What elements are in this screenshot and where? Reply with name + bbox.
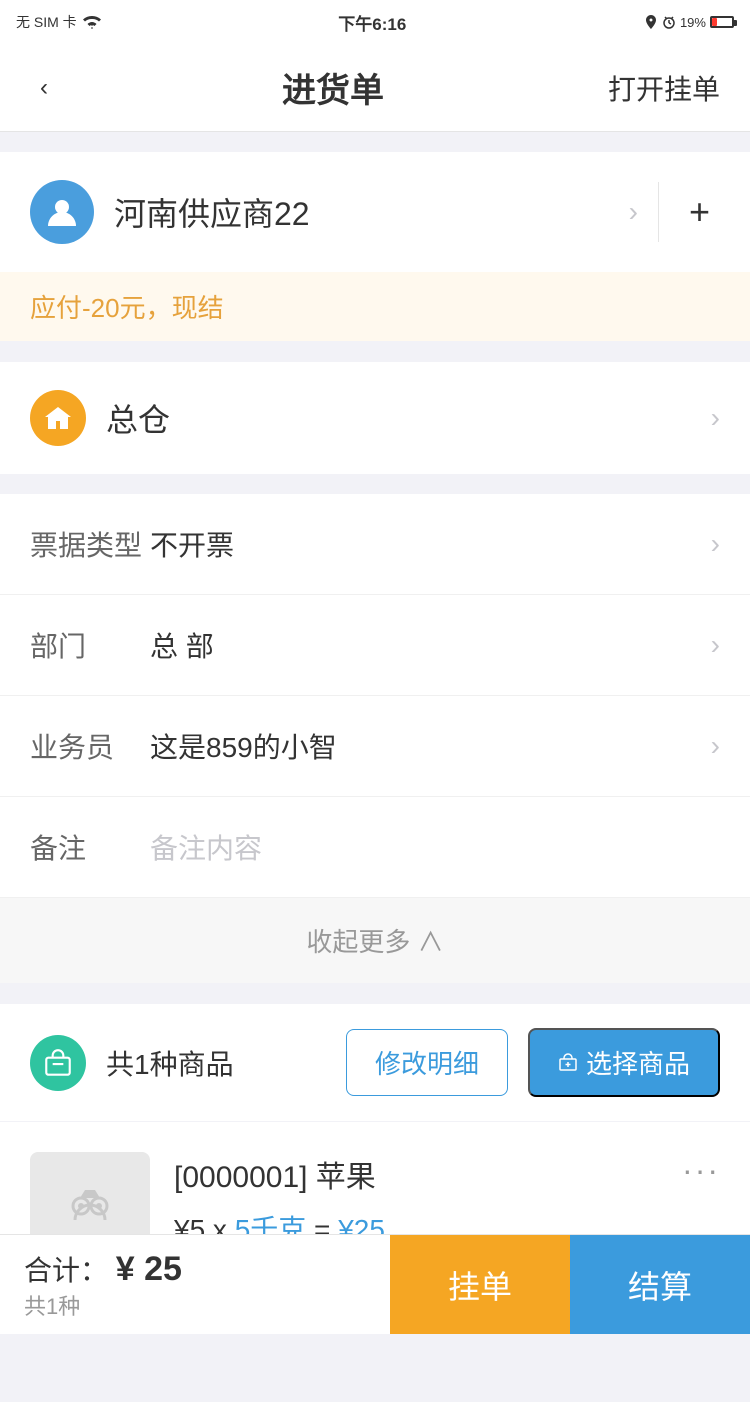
department-row[interactable]: 部门 总 部 › bbox=[0, 595, 750, 696]
ticket-type-row[interactable]: 票据类型 不开票 › bbox=[0, 494, 750, 595]
salesperson-row[interactable]: 业务员 这是859的小智 › bbox=[0, 696, 750, 797]
remark-label: 备注 bbox=[30, 827, 150, 867]
wifi-icon bbox=[83, 15, 101, 29]
checkout-button[interactable]: 结算 bbox=[570, 1235, 750, 1334]
product-code: [0000001] bbox=[174, 1161, 316, 1194]
total-amount: ¥ 25 bbox=[116, 1250, 182, 1288]
chevron-right-icon: › bbox=[629, 196, 638, 228]
supplier-avatar bbox=[30, 180, 94, 244]
shopping-icon bbox=[42, 1047, 74, 1079]
warehouse-icon bbox=[30, 390, 86, 446]
collapse-label: 收起更多 ∧ bbox=[306, 927, 443, 957]
product-header: 共1种商品 修改明细 选择商品 bbox=[0, 1004, 750, 1121]
section-gap-2 bbox=[0, 341, 750, 361]
status-right: 19% bbox=[644, 15, 734, 30]
remark-value[interactable]: 备注内容 bbox=[150, 827, 720, 867]
select-product-button[interactable]: 选择商品 bbox=[528, 1028, 720, 1097]
location-icon bbox=[644, 15, 658, 29]
vertical-divider bbox=[658, 182, 659, 242]
ticket-type-label: 票据类型 bbox=[30, 524, 150, 564]
total-line: 合计： ¥ 25 bbox=[24, 1249, 366, 1289]
remark-row[interactable]: 备注 备注内容 bbox=[0, 797, 750, 898]
status-time: 下午6:16 bbox=[338, 10, 406, 35]
notice-text: 应付-20元，现结 bbox=[30, 293, 224, 323]
nav-bar: ‹ 进货单 打开挂单 bbox=[0, 44, 750, 132]
edit-detail-button[interactable]: 修改明细 bbox=[346, 1029, 508, 1096]
battery-icon bbox=[710, 16, 734, 28]
status-carrier: 无 SIM 卡 bbox=[16, 12, 101, 32]
warehouse-name: 总仓 bbox=[106, 395, 711, 441]
add-button[interactable]: + bbox=[679, 181, 720, 243]
product-name: [0000001] 苹果 bbox=[174, 1152, 658, 1196]
product-icon bbox=[30, 1035, 86, 1091]
open-hang-button[interactable]: 打开挂单 bbox=[608, 68, 720, 108]
salesperson-value: 这是859的小智 bbox=[150, 726, 711, 766]
alarm-icon bbox=[662, 15, 676, 29]
cart-icon bbox=[558, 1053, 578, 1073]
supplier-name[interactable]: 河南供应商22 bbox=[114, 189, 629, 235]
form-section: 票据类型 不开票 › 部门 总 部 › 业务员 这是859的小智 › 备注 备注… bbox=[0, 494, 750, 898]
hang-button[interactable]: 挂单 bbox=[390, 1235, 570, 1334]
select-product-label: 选择商品 bbox=[586, 1044, 690, 1081]
department-chevron-icon: › bbox=[711, 629, 720, 661]
section-gap-3 bbox=[0, 474, 750, 494]
owl-logo bbox=[60, 1182, 120, 1242]
carrier-text: 无 SIM 卡 bbox=[16, 12, 77, 32]
supplier-section: 河南供应商22 › + bbox=[0, 152, 750, 272]
total-count: 共1种 bbox=[24, 1289, 366, 1321]
warehouse-row[interactable]: 总仓 › bbox=[0, 361, 750, 474]
total-section: 合计： ¥ 25 共1种 bbox=[0, 1235, 390, 1334]
bottom-bar: 合计： ¥ 25 共1种 挂单 结算 bbox=[0, 1234, 750, 1334]
collapse-bar[interactable]: 收起更多 ∧ bbox=[0, 898, 750, 983]
salesperson-chevron-icon: › bbox=[711, 730, 720, 762]
section-gap-4 bbox=[0, 983, 750, 1003]
more-options-button[interactable]: ··· bbox=[682, 1152, 720, 1189]
total-label: 合计： bbox=[24, 1255, 108, 1286]
notice-bar: 应付-20元，现结 bbox=[0, 272, 750, 341]
home-icon bbox=[43, 403, 73, 433]
ticket-type-value: 不开票 bbox=[150, 524, 711, 564]
department-value: 总 部 bbox=[150, 625, 711, 665]
product-count: 共1种商品 bbox=[106, 1043, 326, 1083]
back-button[interactable]: ‹ bbox=[30, 64, 58, 112]
battery-percent: 19% bbox=[680, 15, 706, 30]
warehouse-chevron-icon: › bbox=[711, 402, 720, 434]
department-label: 部门 bbox=[30, 625, 150, 665]
ticket-chevron-icon: › bbox=[711, 528, 720, 560]
page-title: 进货单 bbox=[282, 63, 384, 112]
salesperson-label: 业务员 bbox=[30, 726, 150, 766]
status-bar: 无 SIM 卡 下午6:16 19% bbox=[0, 0, 750, 44]
product-title: 苹果 bbox=[316, 1161, 376, 1194]
person-icon bbox=[44, 194, 80, 230]
section-gap-1 bbox=[0, 132, 750, 152]
supplier-row: 河南供应商22 › + bbox=[30, 152, 720, 272]
